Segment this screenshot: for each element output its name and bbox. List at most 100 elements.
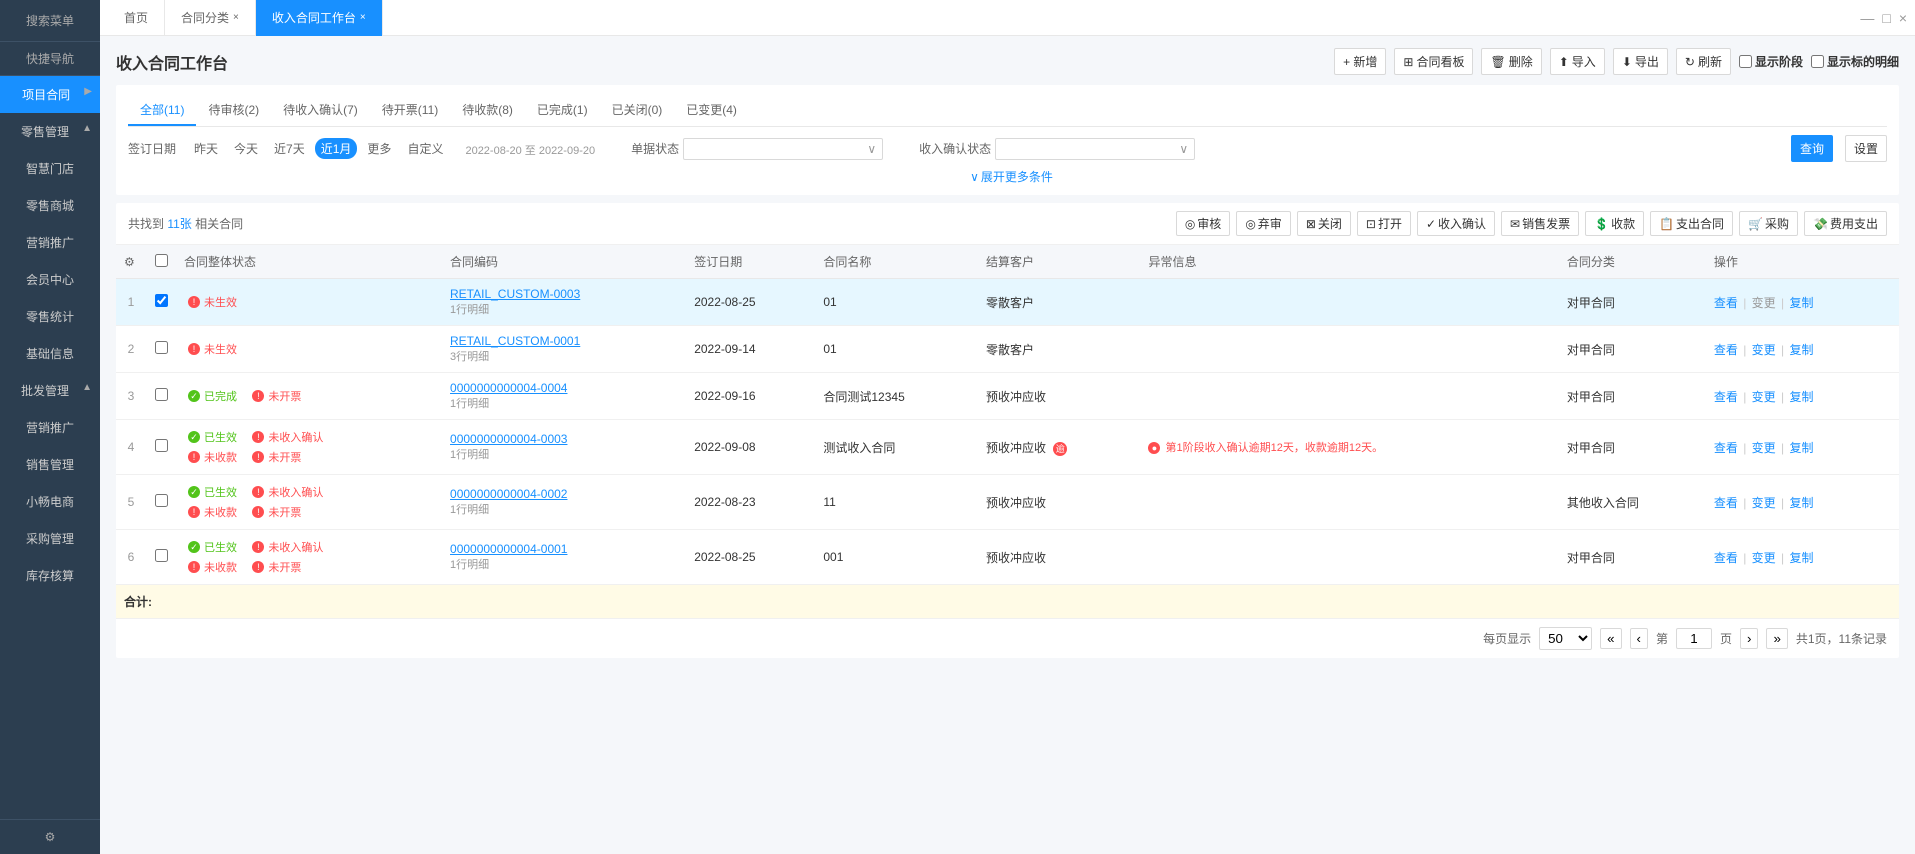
date-shortcut-7days[interactable]: 近7天 bbox=[268, 138, 311, 159]
refresh-button[interactable]: ↻ 刷新 bbox=[1676, 48, 1731, 75]
select-all-checkbox[interactable] bbox=[155, 254, 168, 267]
change-btn-5[interactable]: 变更 bbox=[1752, 496, 1776, 510]
sales-invoice-button[interactable]: ✉ 销售发票 bbox=[1501, 211, 1579, 236]
copy-btn-6[interactable]: 复制 bbox=[1789, 551, 1813, 565]
show-detail-checkbox-label[interactable]: 显示标的明细 bbox=[1811, 53, 1899, 70]
change-btn-6[interactable]: 变更 bbox=[1752, 551, 1776, 565]
sidebar-item-wholesale-mgmt[interactable]: 批发管理 ▲ bbox=[0, 372, 100, 409]
prev-page-btn[interactable]: ‹ bbox=[1630, 628, 1648, 649]
view-btn-5[interactable]: 查看 bbox=[1714, 496, 1738, 510]
view-btn-2[interactable]: 查看 bbox=[1714, 343, 1738, 357]
code-link-1[interactable]: RETAIL_CUSTOM-0003 bbox=[450, 287, 580, 301]
status-tab-pending-confirm[interactable]: 待收入确认(7) bbox=[271, 95, 370, 126]
row-checkbox-3[interactable] bbox=[146, 373, 176, 420]
change-btn-3[interactable]: 变更 bbox=[1752, 390, 1776, 404]
sidebar-item-inventory[interactable]: 库存核算 bbox=[0, 557, 100, 594]
status-tab-pending-invoice[interactable]: 待开票(11) bbox=[370, 95, 450, 126]
doc-status-select[interactable]: ∨ bbox=[683, 138, 883, 160]
row-checkbox-5[interactable] bbox=[146, 475, 176, 530]
maximize-icon[interactable]: □ bbox=[1882, 10, 1890, 26]
code-link-2[interactable]: RETAIL_CUSTOM-0001 bbox=[450, 334, 580, 348]
close-contract-button[interactable]: ⊠ 关闭 bbox=[1297, 211, 1351, 236]
tab-income-contract-close[interactable]: × bbox=[360, 0, 366, 36]
sidebar-quicknav[interactable]: 快捷导航 bbox=[0, 42, 100, 76]
status-tab-closed[interactable]: 已关闭(0) bbox=[600, 95, 675, 126]
date-shortcut-today[interactable]: 今天 bbox=[228, 138, 264, 159]
expense-contract-button[interactable]: 📋 支出合同 bbox=[1650, 211, 1733, 236]
date-shortcut-1month[interactable]: 近1月 bbox=[315, 138, 358, 159]
show-stage-checkbox-label[interactable]: 显示阶段 bbox=[1739, 53, 1803, 70]
sidebar-item-retail-mgmt[interactable]: 零售管理 ▲ bbox=[0, 113, 100, 150]
sidebar-item-member-center[interactable]: 会员中心 bbox=[0, 261, 100, 298]
row-checkbox-4[interactable] bbox=[146, 420, 176, 475]
sidebar-item-retail-stats[interactable]: 零售统计 bbox=[0, 298, 100, 335]
open-contract-button[interactable]: ⊡ 打开 bbox=[1357, 211, 1411, 236]
view-btn-3[interactable]: 查看 bbox=[1714, 390, 1738, 404]
tab-home[interactable]: 首页 bbox=[108, 0, 165, 36]
sidebar-item-basic-info[interactable]: 基础信息 bbox=[0, 335, 100, 372]
purchase-button[interactable]: 🛒 采购 bbox=[1739, 211, 1798, 236]
tab-income-contract[interactable]: 收入合同工作台 × bbox=[256, 0, 383, 36]
sidebar-item-marketing1[interactable]: 营销推广 bbox=[0, 224, 100, 261]
window-close-icon[interactable]: × bbox=[1899, 10, 1907, 26]
sidebar-item-retail-mall[interactable]: 零售商城 bbox=[0, 187, 100, 224]
sidebar-item-marketing2[interactable]: 营销推广 bbox=[0, 409, 100, 446]
row-checkbox-6[interactable] bbox=[146, 530, 176, 585]
copy-btn-1[interactable]: 复制 bbox=[1789, 296, 1813, 310]
date-shortcut-yesterday[interactable]: 昨天 bbox=[188, 138, 224, 159]
row-checkbox-2[interactable] bbox=[146, 326, 176, 373]
show-stage-checkbox[interactable] bbox=[1739, 55, 1752, 68]
change-btn-2[interactable]: 变更 bbox=[1752, 343, 1776, 357]
sidebar-item-purchase-mgmt[interactable]: 采购管理 bbox=[0, 520, 100, 557]
view-btn-4[interactable]: 查看 bbox=[1714, 441, 1738, 455]
show-detail-checkbox[interactable] bbox=[1811, 55, 1824, 68]
delete-button[interactable]: 🗑 删除 bbox=[1481, 48, 1541, 75]
code-link-6[interactable]: 0000000000004-0001 bbox=[450, 542, 567, 556]
settings-button[interactable]: 设置 bbox=[1845, 135, 1887, 162]
export-button[interactable]: ⬇ 导出 bbox=[1613, 48, 1668, 75]
sidebar-item-project-contract[interactable]: 项目合同 ▶ bbox=[0, 76, 100, 113]
code-link-4[interactable]: 0000000000004-0003 bbox=[450, 432, 567, 446]
new-button[interactable]: + 新增 bbox=[1334, 48, 1386, 75]
copy-btn-4[interactable]: 复制 bbox=[1789, 441, 1813, 455]
status-tab-pending-receipt[interactable]: 待收款(8) bbox=[450, 95, 525, 126]
minimize-icon[interactable]: — bbox=[1860, 10, 1874, 26]
status-tab-pending-review[interactable]: 待审核(2) bbox=[196, 95, 271, 126]
import-button[interactable]: ⬆ 导入 bbox=[1550, 48, 1605, 75]
tab-contract-category[interactable]: 合同分类 × bbox=[165, 0, 256, 36]
change-btn-4[interactable]: 变更 bbox=[1752, 441, 1776, 455]
abandon-review-button[interactable]: ◎ 弃审 bbox=[1236, 211, 1291, 236]
view-btn-1[interactable]: 查看 bbox=[1714, 296, 1738, 310]
query-button[interactable]: 查询 bbox=[1791, 135, 1833, 162]
date-shortcut-custom[interactable]: 自定义 bbox=[401, 138, 449, 159]
row-checkbox-1[interactable] bbox=[146, 279, 176, 326]
sidebar-item-smart-store[interactable]: 智慧门店 bbox=[0, 150, 100, 187]
date-shortcut-more[interactable]: 更多 bbox=[361, 138, 397, 159]
copy-btn-5[interactable]: 复制 bbox=[1789, 496, 1813, 510]
copy-btn-3[interactable]: 复制 bbox=[1789, 390, 1813, 404]
code-link-3[interactable]: 0000000000004-0004 bbox=[450, 381, 567, 395]
sidebar-settings[interactable]: ⚙ bbox=[0, 819, 100, 854]
income-confirm-button[interactable]: ✓ 收入确认 bbox=[1417, 211, 1495, 236]
code-link-5[interactable]: 0000000000004-0002 bbox=[450, 487, 567, 501]
status-tab-all[interactable]: 全部(11) bbox=[128, 95, 196, 126]
sidebar-item-sales-mgmt[interactable]: 销售管理 bbox=[0, 446, 100, 483]
view-btn-6[interactable]: 查看 bbox=[1714, 551, 1738, 565]
review-button[interactable]: ◎ 审核 bbox=[1176, 211, 1231, 236]
page-size-select[interactable]: 50 100 200 bbox=[1539, 627, 1592, 650]
first-page-btn[interactable]: « bbox=[1600, 628, 1621, 649]
change-btn-1[interactable]: 变更 bbox=[1752, 296, 1776, 310]
current-page-input[interactable] bbox=[1676, 628, 1712, 649]
status-tab-completed[interactable]: 已完成(1) bbox=[525, 95, 600, 126]
sidebar-search[interactable]: 搜索菜单 bbox=[0, 0, 100, 42]
expand-more-btn[interactable]: ∨ 展开更多条件 bbox=[970, 168, 1053, 185]
sidebar-item-ecommerce[interactable]: 小畅电商 bbox=[0, 483, 100, 520]
next-page-btn[interactable]: › bbox=[1740, 628, 1758, 649]
confirm-status-select[interactable]: ∨ bbox=[995, 138, 1195, 160]
last-page-btn[interactable]: » bbox=[1766, 628, 1787, 649]
receipt-button[interactable]: 💲 收款 bbox=[1585, 211, 1644, 236]
contract-board-button[interactable]: ⊞ 合同看板 bbox=[1394, 48, 1473, 75]
copy-btn-2[interactable]: 复制 bbox=[1789, 343, 1813, 357]
tab-contract-category-close[interactable]: × bbox=[233, 0, 239, 36]
expense-out-button[interactable]: 💸 费用支出 bbox=[1804, 211, 1887, 236]
